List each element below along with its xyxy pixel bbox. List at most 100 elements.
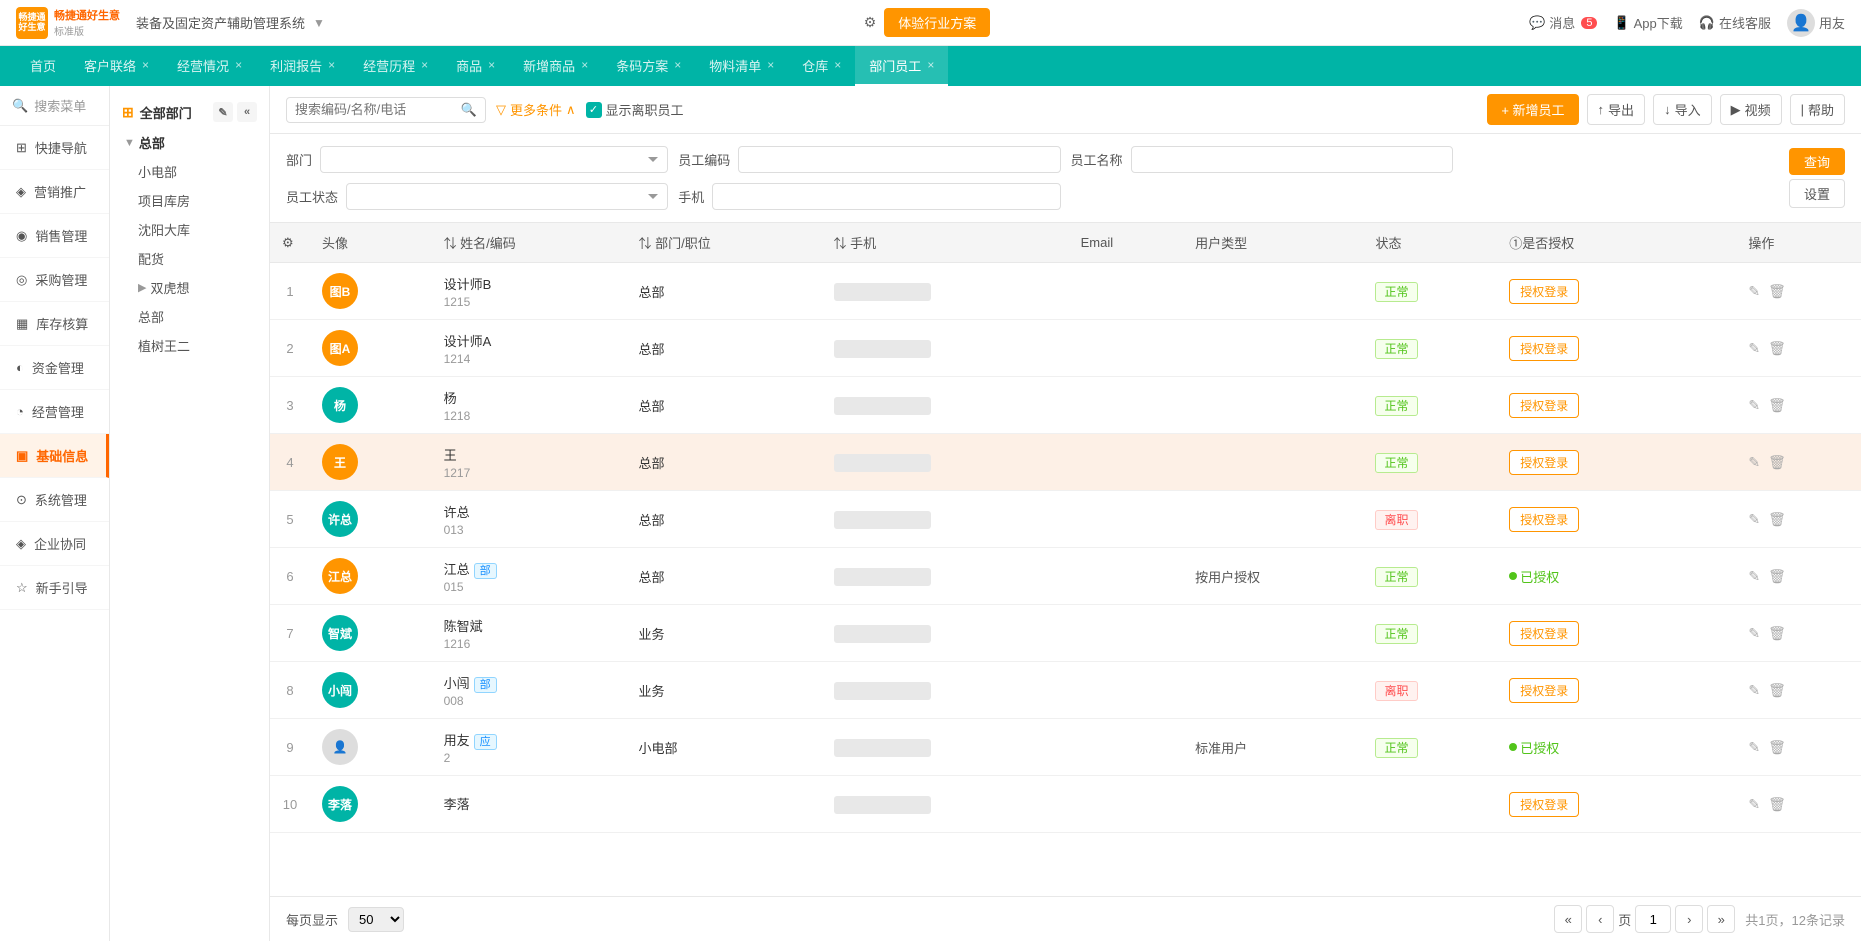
- filter-status-select[interactable]: [346, 183, 668, 210]
- sidebar-item-enterprise[interactable]: ◈ 企业协同: [0, 522, 109, 566]
- tab-warehouse[interactable]: 仓库 ×: [788, 46, 855, 86]
- col-dept[interactable]: ⇅ 部门/职位: [627, 223, 822, 263]
- filter-phone-input[interactable]: [712, 183, 1060, 210]
- edit-icon[interactable]: ✎: [1748, 283, 1760, 300]
- sidebar-item-quick-nav[interactable]: ⊞ 快捷导航: [0, 126, 109, 170]
- auth-btn[interactable]: 授权登录: [1509, 393, 1579, 418]
- edit-icon[interactable]: ✎: [1748, 454, 1760, 471]
- app-download-btn[interactable]: 📱 App下载: [1613, 13, 1682, 32]
- edit-icon[interactable]: ✎: [1748, 340, 1760, 357]
- tab-history[interactable]: 经营历程 ×: [349, 46, 442, 86]
- dept-edit-icon[interactable]: ✎: [213, 102, 233, 122]
- user-menu[interactable]: 👤 用友: [1787, 9, 1845, 37]
- add-employee-btn[interactable]: + 新增员工: [1487, 94, 1578, 125]
- dept-item-headquarter[interactable]: ▼ 总部: [110, 128, 269, 157]
- tab-goods-close[interactable]: ×: [488, 58, 495, 72]
- dept-item-shuanghu[interactable]: ▶ 双虎想: [110, 273, 269, 302]
- auth-btn[interactable]: 授权登录: [1509, 792, 1579, 817]
- search-input[interactable]: [295, 102, 457, 117]
- delete-icon[interactable]: 🗑: [1768, 739, 1786, 756]
- dept-item-shenyang[interactable]: 沈阳大库: [110, 215, 269, 244]
- search-icon[interactable]: 🔍: [461, 102, 477, 118]
- tab-goods[interactable]: 商品 ×: [442, 46, 509, 86]
- delete-icon[interactable]: 🗑: [1768, 511, 1786, 528]
- import-btn[interactable]: ↓ 导入: [1653, 94, 1712, 125]
- sidebar-item-operation[interactable]: ◔ 经营管理: [0, 390, 109, 434]
- delete-icon[interactable]: 🗑: [1768, 283, 1786, 300]
- auth-btn[interactable]: 授权登录: [1509, 507, 1579, 532]
- dept-item-zongbu[interactable]: 总部: [110, 302, 269, 331]
- message-btn[interactable]: 💬 消息 5: [1529, 13, 1597, 32]
- settings-icon[interactable]: ⚙: [864, 14, 877, 31]
- sidebar-item-basics[interactable]: ▣ 基础信息: [0, 434, 109, 478]
- filter-code-input[interactable]: [738, 146, 1060, 173]
- delete-icon[interactable]: 🗑: [1768, 625, 1786, 642]
- edit-icon[interactable]: ✎: [1748, 796, 1760, 813]
- auth-btn[interactable]: 授权登录: [1509, 336, 1579, 361]
- auth-btn[interactable]: 授权登录: [1509, 621, 1579, 646]
- tab-profit-close[interactable]: ×: [328, 58, 335, 72]
- edit-icon[interactable]: ✎: [1748, 625, 1760, 642]
- delete-icon[interactable]: 🗑: [1768, 340, 1786, 357]
- delete-icon[interactable]: 🗑: [1768, 397, 1786, 414]
- auth-btn[interactable]: 授权登录: [1509, 279, 1579, 304]
- tab-bom[interactable]: 物料清单 ×: [695, 46, 788, 86]
- sidebar-item-inventory[interactable]: ▦ 库存核算: [0, 302, 109, 346]
- help-btn[interactable]: | 帮助: [1790, 94, 1845, 125]
- dept-collapse-icon[interactable]: «: [237, 102, 257, 122]
- reset-btn[interactable]: 设置: [1789, 179, 1845, 208]
- tab-barcode[interactable]: 条码方案 ×: [602, 46, 695, 86]
- edit-icon[interactable]: ✎: [1748, 739, 1760, 756]
- dropdown-arrow-title[interactable]: ▼: [313, 16, 325, 30]
- sidebar-item-marketing[interactable]: ◈ 营销推广: [0, 170, 109, 214]
- tab-barcode-close[interactable]: ×: [674, 58, 681, 72]
- filter-dept-select[interactable]: [320, 146, 668, 173]
- view-btn[interactable]: ▶ 视频: [1720, 94, 1782, 125]
- tab-customer-close[interactable]: ×: [142, 58, 149, 72]
- tab-bom-close[interactable]: ×: [767, 58, 774, 72]
- page-input[interactable]: [1635, 905, 1671, 933]
- auth-btn[interactable]: 授权登录: [1509, 678, 1579, 703]
- delete-icon[interactable]: 🗑: [1768, 796, 1786, 813]
- sidebar-item-sales[interactable]: ◉ 销售管理: [0, 214, 109, 258]
- sidebar-item-guide[interactable]: ☆ 新手引导: [0, 566, 109, 610]
- auth-btn[interactable]: 授权登录: [1509, 450, 1579, 475]
- prev-page-btn[interactable]: ‹: [1586, 905, 1614, 933]
- tab-home[interactable]: 首页: [16, 46, 70, 86]
- delete-icon[interactable]: 🗑: [1768, 682, 1786, 699]
- col-phone[interactable]: ⇅ 手机: [822, 223, 1069, 263]
- delete-icon[interactable]: 🗑: [1768, 568, 1786, 585]
- query-btn[interactable]: 查询: [1789, 148, 1845, 175]
- next-page-btn[interactable]: ›: [1675, 905, 1703, 933]
- tab-warehouse-close[interactable]: ×: [834, 58, 841, 72]
- export-btn[interactable]: ↑ 导出: [1587, 94, 1646, 125]
- tab-department-close[interactable]: ×: [927, 58, 934, 72]
- dept-item-distribution[interactable]: 配货: [110, 244, 269, 273]
- tab-department[interactable]: 部门员工 ×: [855, 46, 948, 86]
- resigned-checkbox[interactable]: ✓: [586, 102, 602, 118]
- tab-profit[interactable]: 利润报告 ×: [256, 46, 349, 86]
- sidebar-item-system[interactable]: ⊙ 系统管理: [0, 478, 109, 522]
- last-page-btn[interactable]: »: [1707, 905, 1735, 933]
- edit-icon[interactable]: ✎: [1748, 568, 1760, 585]
- tab-new-goods[interactable]: 新增商品 ×: [509, 46, 602, 86]
- tab-operation[interactable]: 经营情况 ×: [163, 46, 256, 86]
- first-page-btn[interactable]: «: [1554, 905, 1582, 933]
- filter-name-input[interactable]: [1131, 146, 1453, 173]
- online-service-btn[interactable]: 🎧 在线客服: [1699, 13, 1771, 32]
- sidebar-item-capital[interactable]: ◐ 资金管理: [0, 346, 109, 390]
- col-settings[interactable]: ⚙: [270, 223, 310, 263]
- dept-item-project-storage[interactable]: 项目库房: [110, 186, 269, 215]
- show-resigned-toggle[interactable]: ✓ 显示离职员工: [586, 100, 684, 119]
- tab-customer[interactable]: 客户联络 ×: [70, 46, 163, 86]
- tab-history-close[interactable]: ×: [421, 58, 428, 72]
- dept-item-small-elec[interactable]: 小电部: [110, 157, 269, 186]
- sidebar-search[interactable]: 🔍 搜索菜单: [0, 86, 109, 126]
- page-size-select[interactable]: 50 100: [348, 907, 404, 932]
- col-name[interactable]: ⇅ 姓名/编码: [432, 223, 627, 263]
- more-filter-btn[interactable]: ▽ 更多条件 ∧: [496, 100, 576, 119]
- delete-icon[interactable]: 🗑: [1768, 454, 1786, 471]
- tab-new-goods-close[interactable]: ×: [581, 58, 588, 72]
- sidebar-item-purchase[interactable]: ◎ 采购管理: [0, 258, 109, 302]
- dept-item-zhishu[interactable]: 植树王二: [110, 331, 269, 360]
